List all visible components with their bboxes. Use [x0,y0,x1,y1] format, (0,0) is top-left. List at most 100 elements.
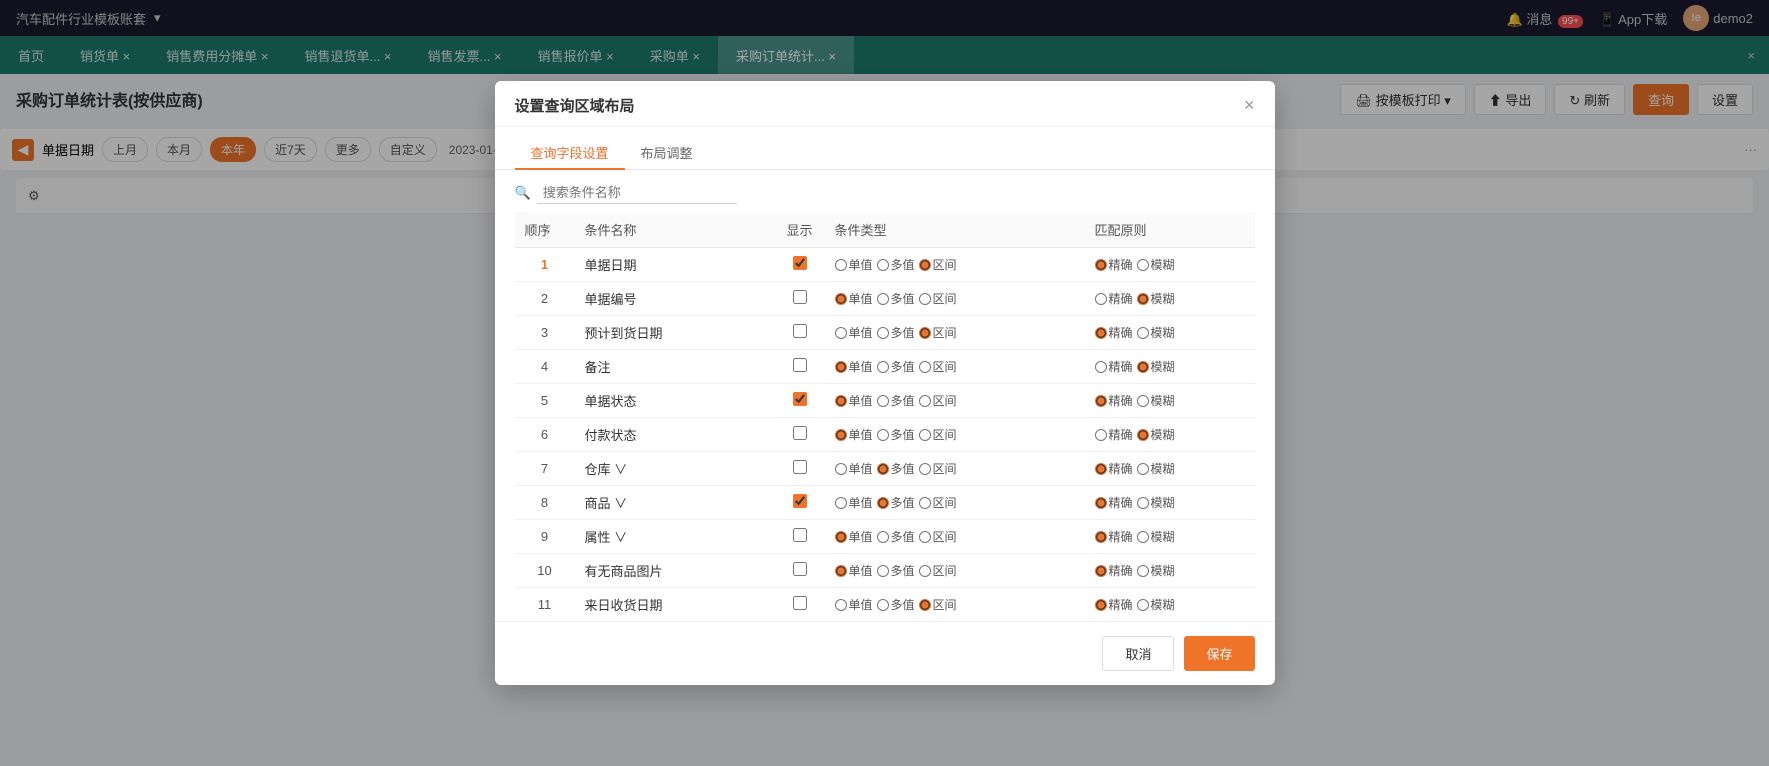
rule-option-模糊[interactable]: 模糊 [1137,324,1175,341]
rule-option-模糊[interactable]: 模糊 [1137,528,1175,545]
type-option-单值[interactable]: 单值 [835,460,873,477]
row-display[interactable] [775,520,825,554]
row-display[interactable] [775,282,825,316]
type-radio-group: 单值多值区间 [835,392,1075,409]
table-row: 6付款状态单值多值区间精确模糊 [515,418,1255,452]
type-option-单值[interactable]: 单值 [835,596,873,613]
type-option-多值[interactable]: 多值 [877,460,915,477]
type-option-区间[interactable]: 区间 [919,426,957,443]
type-radio-group: 单值多值区间 [835,460,1075,477]
display-checkbox[interactable] [793,290,807,304]
type-option-多值[interactable]: 多值 [877,324,915,341]
type-option-单值[interactable]: 单值 [835,392,873,409]
rule-option-精确[interactable]: 精确 [1095,290,1133,307]
type-option-区间[interactable]: 区间 [919,494,957,511]
display-checkbox[interactable] [793,528,807,542]
rule-option-模糊[interactable]: 模糊 [1137,290,1175,307]
type-radio-group: 单值多值区间 [835,596,1075,613]
type-option-多值[interactable]: 多值 [877,528,915,545]
rule-option-精确[interactable]: 精确 [1095,426,1133,443]
row-rule: 精确模糊 [1085,418,1255,452]
rule-option-精确[interactable]: 精确 [1095,596,1133,613]
type-option-区间[interactable]: 区间 [919,528,957,545]
type-option-多值[interactable]: 多值 [877,290,915,307]
row-rule: 精确模糊 [1085,486,1255,520]
type-option-多值[interactable]: 多值 [877,358,915,375]
type-option-多值[interactable]: 多值 [877,392,915,409]
rule-option-精确[interactable]: 精确 [1095,256,1133,273]
rule-option-精确[interactable]: 精确 [1095,460,1133,477]
type-option-多值[interactable]: 多值 [877,562,915,579]
display-checkbox[interactable] [793,562,807,576]
save-button[interactable]: 保存 [1184,636,1254,671]
rule-radio-group: 精确模糊 [1095,324,1245,341]
rule-option-精确[interactable]: 精确 [1095,494,1133,511]
tab-layout[interactable]: 布局调整 [625,137,709,170]
type-option-区间[interactable]: 区间 [919,256,957,273]
row-rule: 精确模糊 [1085,316,1255,350]
display-checkbox[interactable] [793,392,807,406]
rule-option-精确[interactable]: 精确 [1095,562,1133,579]
search-icon: 🔍 [515,185,531,201]
modal-footer: 取消 保存 [495,621,1275,685]
col-type: 条件类型 [825,212,1085,248]
row-name: 备注 [575,350,775,384]
rule-option-精确[interactable]: 精确 [1095,324,1133,341]
rule-option-模糊[interactable]: 模糊 [1137,562,1175,579]
type-option-区间[interactable]: 区间 [919,392,957,409]
rule-option-模糊[interactable]: 模糊 [1137,596,1175,613]
rule-option-模糊[interactable]: 模糊 [1137,392,1175,409]
row-display[interactable] [775,486,825,520]
type-option-区间[interactable]: 区间 [919,562,957,579]
type-option-单值[interactable]: 单值 [835,562,873,579]
display-checkbox[interactable] [793,324,807,338]
rule-option-模糊[interactable]: 模糊 [1137,460,1175,477]
type-option-单值[interactable]: 单值 [835,324,873,341]
cancel-button[interactable]: 取消 [1102,636,1174,671]
table-header-row: 顺序 条件名称 显示 条件类型 匹配原则 [515,212,1255,248]
modal-close-button[interactable]: × [1244,95,1255,116]
row-display[interactable] [775,384,825,418]
type-option-区间[interactable]: 区间 [919,290,957,307]
row-name: 商品 ∨ [575,486,775,520]
type-option-区间[interactable]: 区间 [919,358,957,375]
display-checkbox[interactable] [793,460,807,474]
rule-option-精确[interactable]: 精确 [1095,528,1133,545]
type-option-区间[interactable]: 区间 [919,324,957,341]
rule-option-模糊[interactable]: 模糊 [1137,256,1175,273]
col-name: 条件名称 [575,212,775,248]
type-option-单值[interactable]: 单值 [835,358,873,375]
row-display[interactable] [775,350,825,384]
display-checkbox[interactable] [793,426,807,440]
type-option-多值[interactable]: 多值 [877,426,915,443]
display-checkbox[interactable] [793,596,807,610]
type-option-区间[interactable]: 区间 [919,460,957,477]
type-option-多值[interactable]: 多值 [877,256,915,273]
type-option-单值[interactable]: 单值 [835,290,873,307]
type-option-多值[interactable]: 多值 [877,596,915,613]
display-checkbox[interactable] [793,256,807,270]
display-checkbox[interactable] [793,494,807,508]
rule-option-模糊[interactable]: 模糊 [1137,358,1175,375]
row-display[interactable] [775,418,825,452]
row-display[interactable] [775,248,825,282]
rule-option-模糊[interactable]: 模糊 [1137,494,1175,511]
row-display[interactable] [775,588,825,622]
row-display[interactable] [775,452,825,486]
display-checkbox[interactable] [793,358,807,372]
row-display[interactable] [775,554,825,588]
tab-query-fields[interactable]: 查询字段设置 [515,137,625,170]
row-display[interactable] [775,316,825,350]
type-option-单值[interactable]: 单值 [835,256,873,273]
table-row: 9属性 ∨单值多值区间精确模糊 [515,520,1255,554]
rule-option-模糊[interactable]: 模糊 [1137,426,1175,443]
type-option-多值[interactable]: 多值 [877,494,915,511]
type-option-单值[interactable]: 单值 [835,494,873,511]
rule-option-精确[interactable]: 精确 [1095,358,1133,375]
type-option-单值[interactable]: 单值 [835,528,873,545]
type-option-区间[interactable]: 区间 [919,596,957,613]
rule-option-精确[interactable]: 精确 [1095,392,1133,409]
type-radio-group: 单值多值区间 [835,290,1075,307]
search-input[interactable] [537,182,737,204]
type-option-单值[interactable]: 单值 [835,426,873,443]
